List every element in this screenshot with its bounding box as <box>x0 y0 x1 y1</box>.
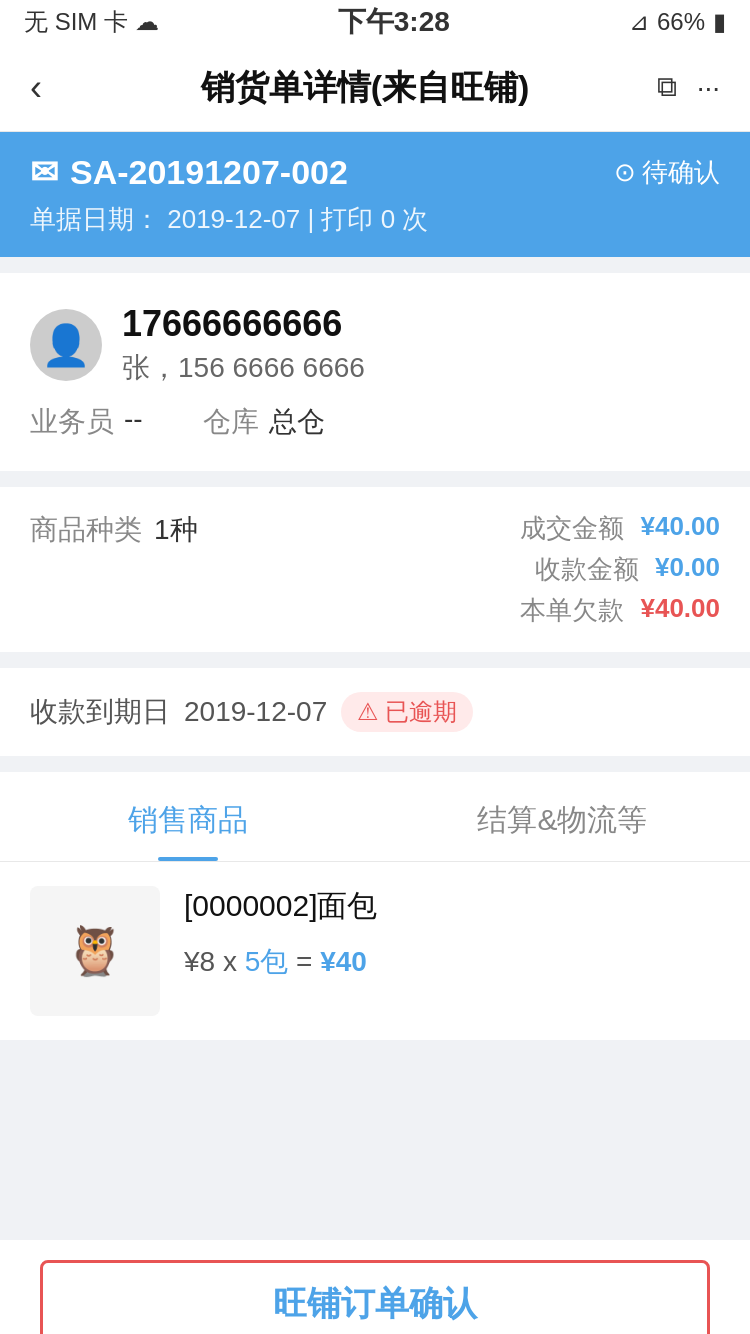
status-time: 下午3:28 <box>338 3 450 41</box>
amount-label: 成交金额 <box>520 511 624 546</box>
product-info: [0000002]面包 ¥8 x 5包 = ¥40 <box>184 886 720 981</box>
product-thumb-icon: 🦉 <box>65 923 125 979</box>
clock-icon: ⊙ <box>614 157 636 188</box>
customer-row: 👤 17666666666 张，156 6666 6666 <box>30 303 720 387</box>
customer-meta: 业务员 -- 仓库 总仓 <box>30 403 720 441</box>
product-type-count: 1种 <box>154 511 198 549</box>
product-name: [0000002]面包 <box>184 886 720 927</box>
tabs-section: 销售商品 结算&物流等 🦉 [0000002]面包 ¥8 x 5包 = ¥40 <box>0 772 750 1040</box>
received-label: 收款金额 <box>535 552 639 587</box>
due-label: 本单欠款 <box>520 593 624 628</box>
salesperson-item: 业务员 -- <box>30 403 143 441</box>
warehouse-value: 总仓 <box>269 403 325 441</box>
sim-label: 无 SIM 卡 ☁ <box>24 6 159 38</box>
customer-info: 17666666666 张，156 6666 6666 <box>122 303 365 387</box>
due-item: 本单欠款 ¥40.00 <box>520 593 720 628</box>
warehouse-label: 仓库 <box>203 403 259 441</box>
order-date: 单据日期： 2019-12-07 | 打印 0 次 <box>30 202 720 237</box>
battery-icon: ⊿ <box>629 8 649 36</box>
bottom-area: 旺铺订单确认 <box>0 1240 750 1334</box>
overdue-text: 已逾期 <box>385 696 457 728</box>
warning-icon: ⚠ <box>357 698 379 726</box>
product-thumbnail: 🦉 <box>30 886 160 1016</box>
price-equals: = <box>288 946 320 977</box>
product-section: 🦉 [0000002]面包 ¥8 x 5包 = ¥40 <box>0 862 750 1040</box>
status-bar: 无 SIM 卡 ☁ 下午3:28 ⊿ 66% ▮ <box>0 0 750 44</box>
battery-level: 66% <box>657 8 705 36</box>
summary-left: 商品种类 1种 <box>30 511 198 549</box>
price-qty: 5包 <box>245 946 289 977</box>
salesperson-value: -- <box>124 403 143 441</box>
mail-icon: ✉ <box>30 152 58 192</box>
summary-right: 成交金额 ¥40.00 收款金额 ¥0.00 本单欠款 ¥40.00 <box>520 511 720 628</box>
status-left: 无 SIM 卡 ☁ <box>24 6 159 38</box>
due-date-label: 收款到期日 <box>30 693 170 731</box>
order-status: ⊙ 待确认 <box>614 155 720 190</box>
customer-name: 张，156 6666 6666 <box>122 349 365 387</box>
summary-section: 商品种类 1种 成交金额 ¥40.00 收款金额 ¥0.00 本单欠款 ¥40.… <box>0 487 750 652</box>
product-type-label: 商品种类 <box>30 511 142 549</box>
page-title: 销货单详情(来自旺铺) <box>90 65 640 111</box>
battery-body: ▮ <box>713 8 726 36</box>
avatar-icon: 👤 <box>41 322 91 369</box>
share-icon[interactable]: ⧉ <box>657 71 677 104</box>
customer-phone: 17666666666 <box>122 303 365 345</box>
nav-actions: ⧉ ··· <box>640 71 720 104</box>
empty-space <box>0 1040 750 1240</box>
due-date-value: 2019-12-07 <box>184 696 327 728</box>
customer-section: 👤 17666666666 张，156 6666 6666 业务员 -- 仓库 … <box>0 273 750 471</box>
order-header-banner: ✉ SA-20191207-002 ⊙ 待确认 单据日期： 2019-12-07… <box>0 132 750 257</box>
received-item: 收款金额 ¥0.00 <box>535 552 720 587</box>
overdue-badge: ⚠ 已逾期 <box>341 692 473 732</box>
amount-value: ¥40.00 <box>640 511 720 546</box>
avatar: 👤 <box>30 309 102 381</box>
summary-row: 商品种类 1种 成交金额 ¥40.00 收款金额 ¥0.00 本单欠款 ¥40.… <box>30 511 720 628</box>
due-date-section: 收款到期日 2019-12-07 ⚠ 已逾期 <box>0 668 750 756</box>
tabs-header: 销售商品 结算&物流等 <box>0 772 750 862</box>
product-price: ¥8 x 5包 = ¥40 <box>184 943 720 981</box>
warehouse-item: 仓库 总仓 <box>203 403 325 441</box>
confirm-order-button[interactable]: 旺铺订单确认 <box>40 1260 710 1334</box>
amount-item: 成交金额 ¥40.00 <box>520 511 720 546</box>
salesperson-label: 业务员 <box>30 403 114 441</box>
status-right: ⊿ 66% ▮ <box>629 8 726 36</box>
nav-bar: ‹ 销货单详情(来自旺铺) ⧉ ··· <box>0 44 750 132</box>
price-amount: ¥8 x <box>184 946 245 977</box>
back-button[interactable]: ‹ <box>30 67 90 109</box>
price-total: ¥40 <box>320 946 367 977</box>
order-header-top: ✉ SA-20191207-002 ⊙ 待确认 <box>30 152 720 192</box>
more-icon[interactable]: ··· <box>697 72 720 104</box>
tab-sales-label: 销售商品 <box>128 803 248 836</box>
tab-settlement-label: 结算&物流等 <box>477 803 647 836</box>
tab-settlement[interactable]: 结算&物流等 <box>375 772 750 861</box>
order-id: ✉ SA-20191207-002 <box>30 152 348 192</box>
due-value: ¥40.00 <box>640 593 720 628</box>
product-row: 🦉 [0000002]面包 ¥8 x 5包 = ¥40 <box>30 886 720 1016</box>
received-value: ¥0.00 <box>655 552 720 587</box>
tab-underline <box>158 857 218 861</box>
tab-sales-products[interactable]: 销售商品 <box>0 772 375 861</box>
